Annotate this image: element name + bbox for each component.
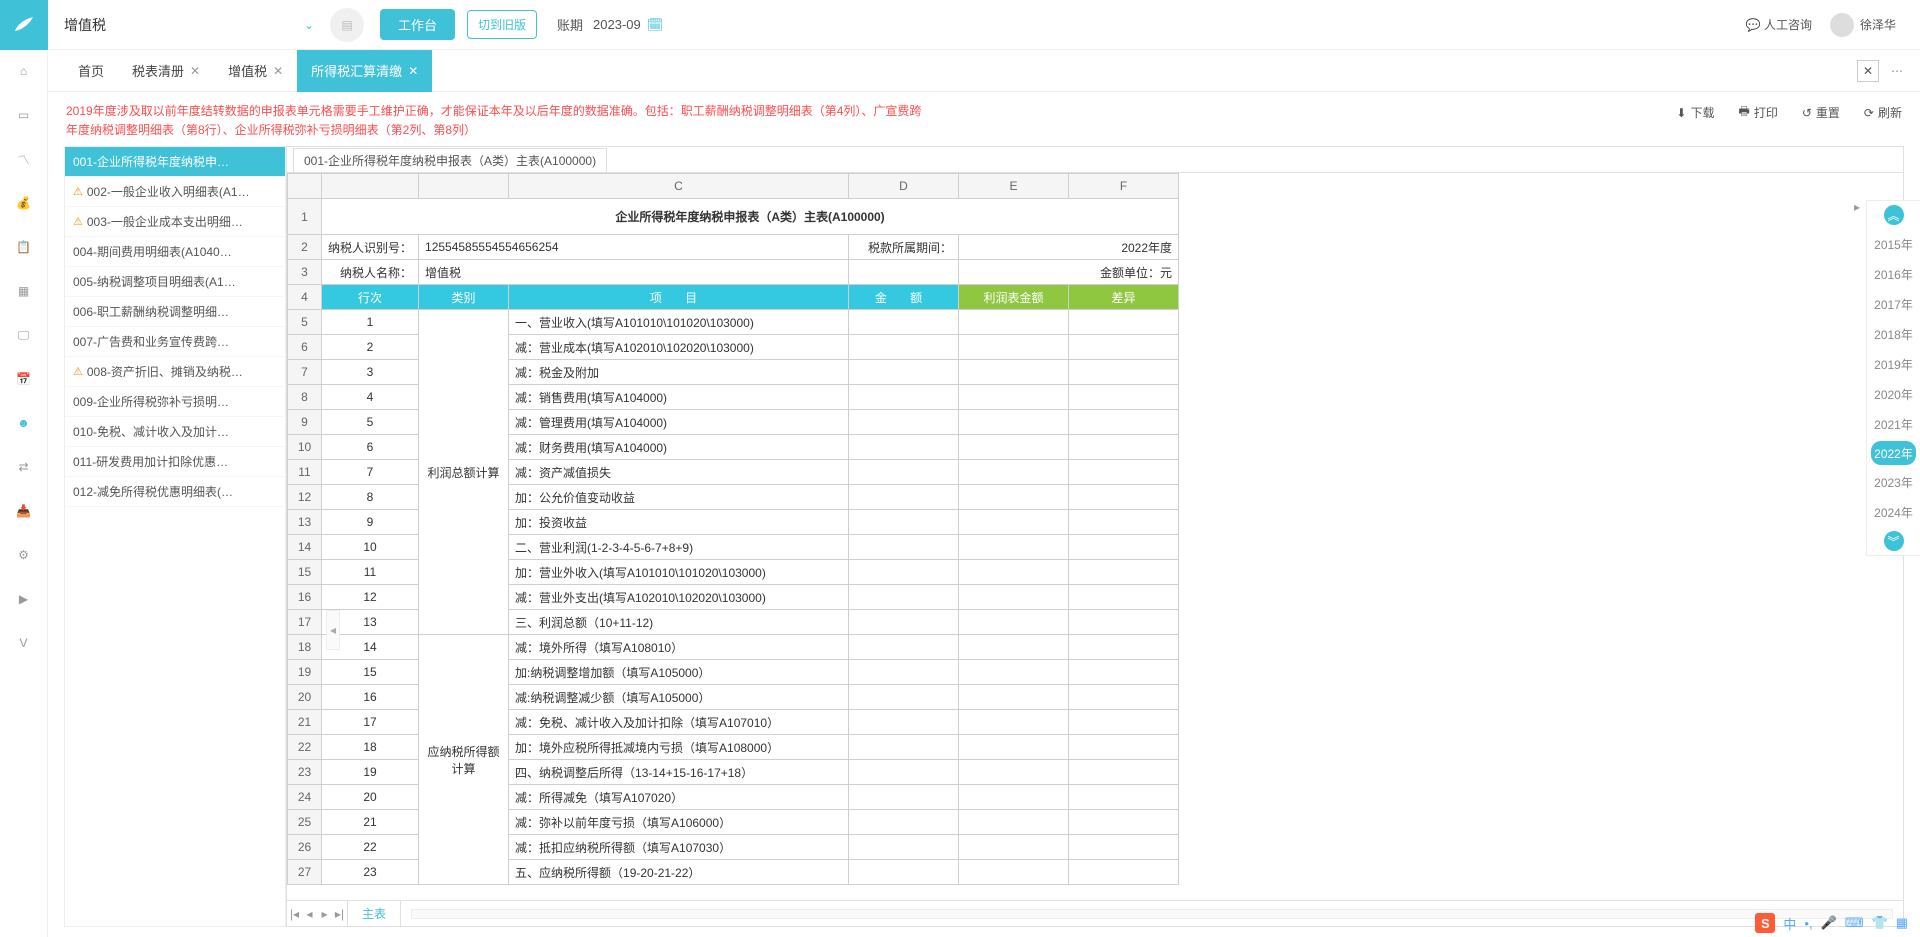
year-option[interactable]: 2015年 [1867,229,1920,259]
horizontal-scrollbar[interactable] [411,909,1893,919]
year-option[interactable]: 2016年 [1867,259,1920,289]
year-down-button[interactable]: ︾ [1867,527,1920,555]
doc-icon[interactable]: ▤ [330,8,364,42]
calendar-icon: 🗓 [647,17,664,33]
toolbar-actions: ⬇ 下载 🖶 打印 ↺ 重置 ⟳ 刷新 [1676,102,1902,123]
nav-calendar-icon[interactable]: 📅 [13,368,35,390]
nav-doc-icon[interactable]: ▭ [13,104,35,126]
switch-old-button[interactable]: 切到旧版 [467,10,537,39]
form-list-item[interactable]: ⚠002-一般企业收入明细表(A1… [65,177,285,207]
year-option[interactable]: 2020年 [1867,379,1920,409]
nav-settings-icon[interactable]: ⚙ [13,544,35,566]
year-option[interactable]: 2023年 [1867,467,1920,497]
year-option[interactable]: 2024年 [1867,497,1920,527]
year-rail: ︽ 2015年2016年2017年2018年2019年2020年2021年202… [1866,200,1920,556]
ime-punct-icon[interactable]: •, [1804,916,1812,931]
overflow-arrow-icon[interactable]: ▸ [1854,200,1860,214]
chevron-down-icon: ⌄ [304,18,314,32]
tab-income-tax-settlement[interactable]: 所得税汇算清缴✕ [297,50,432,92]
org-name: 增值税 [64,15,106,35]
nav-transfer-icon[interactable]: ⇄ [13,456,35,478]
nav-screen-icon[interactable]: 🖵 [13,324,35,346]
user-name: 徐泽华 [1860,16,1896,33]
nav-asset-icon[interactable]: 💰 [13,192,35,214]
ime-mic-icon[interactable]: 🎤 [1821,915,1837,931]
avatar [1830,13,1854,37]
ime-lang[interactable]: 中 [1783,914,1796,933]
app-logo[interactable] [0,0,48,50]
form-list-item[interactable]: 006-职工薪酬纳税调整明细… [65,297,285,327]
nav-v-icon[interactable]: V [13,632,35,654]
close-icon[interactable]: ✕ [408,64,418,78]
form-list-item[interactable]: 004-期间费用明细表(A1040… [65,237,285,267]
reset-button[interactable]: ↺ 重置 [1802,104,1840,121]
refresh-button[interactable]: ⟳ 刷新 [1864,104,1902,121]
ime-logo-icon[interactable]: S [1755,913,1775,933]
sheet-tab-main[interactable]: 主表 [347,901,401,926]
sheet-nav-arrows[interactable]: |◂◂▸▸| [287,907,347,921]
period-picker[interactable]: 2023-09 🗓 [593,17,663,33]
nav-home-icon[interactable]: ⌂ [13,60,35,82]
tab-tax-list[interactable]: 税表清册✕ [118,50,214,92]
download-button[interactable]: ⬇ 下载 [1676,104,1714,121]
close-all-button[interactable]: ✕ [1857,60,1879,82]
warning-icon: ⚠ [73,365,83,378]
ime-bar: S 中 •, 🎤 ⌨ 👕 ▦ [1755,913,1908,933]
period-label: 账期 [557,15,583,34]
consult-link[interactable]: 💬 人工咨询 [1746,16,1812,33]
form-list-item[interactable]: 012-减免所得税优惠明细表(… [65,477,285,507]
nav-analytics-icon[interactable]: 〽 [13,148,35,170]
year-option[interactable]: 2018年 [1867,319,1920,349]
nav-archive-icon[interactable]: 📥 [13,500,35,522]
form-list-item[interactable]: ⚠003-一般企业成本支出明细… [65,207,285,237]
close-icon[interactable]: ✕ [190,64,200,78]
nav-clipboard-icon[interactable]: 📋 [13,236,35,258]
top-header: 增值税 ⌄ ▤ 工作台 切到旧版 账期 2023-09 🗓 💬 人工咨询 徐泽华 [0,0,1920,50]
sheet-breadcrumb: 001-企业所得税年度纳税申报表（A类）主表(A100000) [287,147,1903,173]
sheet-footer: |◂◂▸▸| 主表 [287,900,1903,926]
year-up-button[interactable]: ︽ [1867,201,1920,229]
collapse-formlist-button[interactable]: ◂ [326,610,340,650]
period: 账期 2023-09 🗓 [557,15,663,34]
warning-icon: ⚠ [73,185,83,198]
form-list-item[interactable]: ⚠008-资产折旧、摊销及纳税… [65,357,285,387]
tab-vat[interactable]: 增值税✕ [214,50,297,92]
ime-keyboard-icon[interactable]: ⌨ [1845,915,1864,931]
year-option[interactable]: 2019年 [1867,349,1920,379]
year-option[interactable]: 2017年 [1867,289,1920,319]
nav-video-icon[interactable]: ▶ [13,588,35,610]
spreadsheet: 001-企业所得税年度纳税申报表（A类）主表(A100000) CDEF1企业所… [286,146,1904,927]
form-list-item[interactable]: 005-纳税调整项目明细表(A1… [65,267,285,297]
year-option[interactable]: 2021年 [1867,409,1920,439]
nav-rail: ⌂ ▭ 〽 💰 📋 ▦ 🖵 📅 ☻ ⇄ 📥 ⚙ ▶ V [0,50,48,937]
org-selector[interactable]: 增值税 ⌄ [64,15,314,35]
ime-grid-icon[interactable]: ▦ [1896,915,1908,931]
ime-skin-icon[interactable]: 👕 [1872,915,1888,931]
close-icon[interactable]: ✕ [273,64,283,78]
form-list-item[interactable]: 001-企业所得税年度纳税申… [65,147,285,177]
print-button[interactable]: 🖶 打印 [1739,102,1778,123]
form-list: 001-企业所得税年度纳税申…⚠002-一般企业收入明细表(A1…⚠003-一般… [64,146,286,927]
form-list-item[interactable]: 010-免税、减计收入及加计… [65,417,285,447]
page-tabs: 首页 税表清册✕ 增值税✕ 所得税汇算清缴✕ ✕ ⋯ [48,50,1920,92]
nav-report-icon[interactable]: ▦ [13,280,35,302]
more-tabs-icon[interactable]: ⋯ [1891,64,1904,78]
workspace-button[interactable]: 工作台 [380,9,455,40]
form-list-item[interactable]: 007-广告费和业务宣传费跨… [65,327,285,357]
user-menu[interactable]: 徐泽华 [1830,13,1896,37]
warning-icon: ⚠ [73,215,83,228]
tab-home[interactable]: 首页 [64,50,118,92]
warning-text: 2019年度涉及取以前年度结转数据的申报表单元格需要手工维护正确，才能保证本年及… [66,102,926,140]
year-option[interactable]: 2022年 [1871,441,1916,465]
spreadsheet-grid[interactable]: CDEF1企业所得税年度纳税申报表（A类）主表(A100000)2纳税人识别号：… [287,173,1179,885]
form-list-item[interactable]: 009-企业所得税弥补亏损明… [65,387,285,417]
nav-tax-icon[interactable]: ☻ [13,412,35,434]
form-list-item[interactable]: 011-研发费用加计扣除优惠… [65,447,285,477]
